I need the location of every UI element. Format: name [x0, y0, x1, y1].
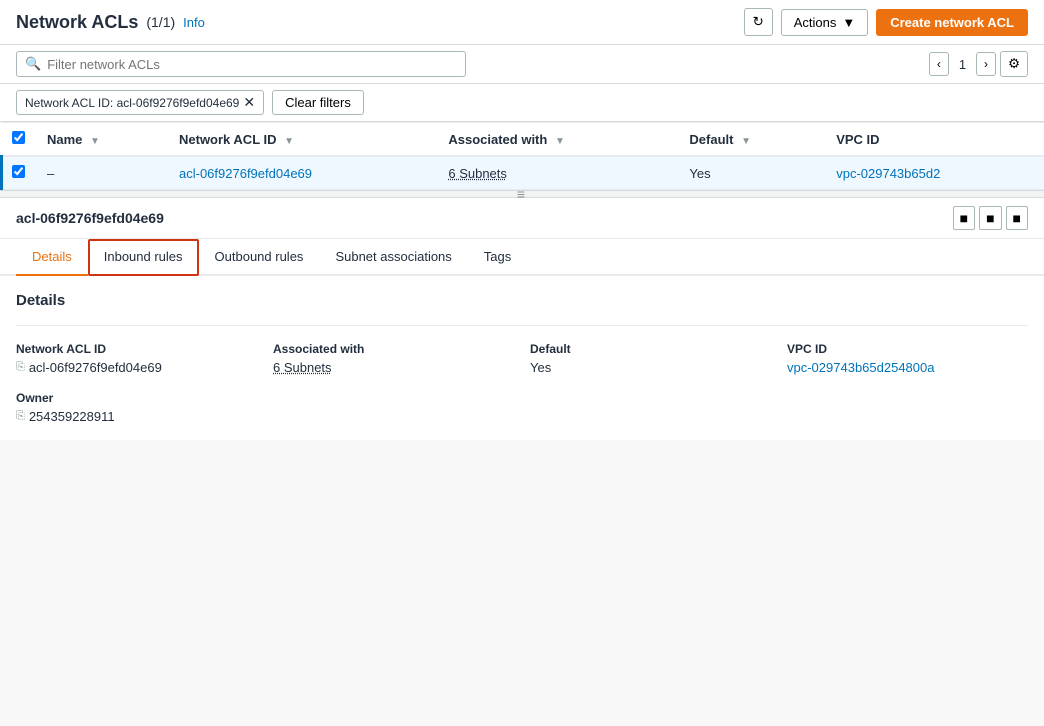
actions-button[interactable]: Actions ▼ [781, 9, 869, 36]
tabs: Details Inbound rules Outbound rules Sub… [0, 239, 1044, 276]
detail-associated-with: Associated with 6 Subnets [273, 342, 514, 375]
tab-subnet-associations[interactable]: Subnet associations [319, 239, 467, 276]
associated-sort-icon: ▼ [555, 136, 565, 147]
select-all-checkbox[interactable] [2, 123, 36, 157]
default-sort-icon: ▼ [741, 136, 751, 147]
row-checkbox[interactable] [2, 156, 36, 190]
row-associated-with: 6 Subnets [436, 156, 677, 190]
top-bar: Network ACLs (1/1) Info ↻ Actions ▼ Crea… [0, 0, 1044, 45]
top-bar-left: Network ACLs (1/1) Info [16, 12, 205, 33]
pagination-area: ‹ 1 › ⚙ [929, 51, 1028, 77]
filter-tag-close-button[interactable]: ✕ [243, 94, 255, 111]
top-bar-right: ↻ Actions ▼ Create network ACL [744, 8, 1028, 36]
view-btn-3[interactable]: ■ [1006, 206, 1028, 230]
row-default: Yes [677, 156, 824, 190]
row-network-acl-id: acl-06f9276f9efd04e69 [167, 156, 436, 190]
col-default: Default ▼ [677, 123, 824, 157]
divider-handle-icon: ≡ [517, 186, 527, 202]
resize-divider[interactable]: ≡ [0, 190, 1044, 198]
view-toggle: ■ ■ ■ [953, 206, 1028, 230]
bottom-acl-id: acl-06f9276f9efd04e69 [16, 210, 164, 226]
detail-vpc-id-label: VPC ID [787, 342, 1028, 356]
refresh-icon: ↻ [753, 14, 764, 30]
gear-icon: ⚙ [1008, 56, 1020, 71]
col-vpc-id: VPC ID [824, 123, 1044, 157]
tab-outbound-rules[interactable]: Outbound rules [199, 239, 320, 276]
detail-default: Default Yes [530, 342, 771, 375]
actions-label: Actions [794, 15, 837, 30]
row-vpc-id: vpc-029743b65d2 [824, 156, 1044, 190]
detail-network-acl-id: Network ACL ID ⎘ acl-06f9276f9efd04e69 [16, 342, 257, 375]
details-panel: Details Network ACL ID ⎘ acl-06f9276f9ef… [0, 276, 1044, 440]
pagination-next-button[interactable]: › [976, 52, 996, 76]
copy-icon-acl-id[interactable]: ⎘ [16, 361, 25, 374]
page-count: (1/1) [146, 14, 175, 30]
create-network-acl-button[interactable]: Create network ACL [876, 9, 1028, 36]
filter-bar: Network ACL ID: acl-06f9276f9efd04e69 ✕ … [0, 84, 1044, 122]
detail-owner: Owner ⎘ 254359228911 [16, 391, 1028, 424]
col-name: Name ▼ [35, 123, 167, 157]
acl-id-sort-icon: ▼ [284, 136, 294, 147]
view-btn-2[interactable]: ■ [979, 206, 1001, 230]
network-acl-table: Name ▼ Network ACL ID ▼ Associated with … [0, 122, 1044, 190]
col-associated-with: Associated with ▼ [436, 123, 677, 157]
tab-inbound-rules[interactable]: Inbound rules [88, 239, 199, 276]
tab-tags[interactable]: Tags [468, 239, 527, 276]
detail-owner-label: Owner [16, 391, 1028, 405]
copy-icon-owner[interactable]: ⎘ [16, 410, 25, 423]
chevron-down-icon: ▼ [842, 15, 855, 30]
table-row[interactable]: – acl-06f9276f9efd04e69 6 Subnets Yes vp… [2, 156, 1044, 190]
detail-vpc-id: VPC ID vpc-029743b65d254800a [787, 342, 1028, 375]
filter-tag: Network ACL ID: acl-06f9276f9efd04e69 ✕ [16, 90, 264, 115]
detail-default-value: Yes [530, 360, 771, 375]
detail-associated-with-value: 6 Subnets [273, 360, 514, 375]
view-btn-1[interactable]: ■ [953, 206, 975, 230]
vpc-id-link[interactable]: vpc-029743b65d254800a [787, 360, 934, 375]
clear-filters-button[interactable]: Clear filters [272, 90, 364, 115]
detail-associated-with-label: Associated with [273, 342, 514, 356]
tab-details[interactable]: Details [16, 239, 88, 276]
detail-vpc-id-value: vpc-029743b65d254800a [787, 360, 1028, 375]
toolbar: 🔍 ‹ 1 › ⚙ [0, 45, 1044, 84]
search-input[interactable] [47, 57, 457, 72]
pagination-prev-button[interactable]: ‹ [929, 52, 949, 76]
refresh-button[interactable]: ↻ [744, 8, 773, 36]
column-settings-button[interactable]: ⚙ [1000, 51, 1028, 77]
bottom-panel: acl-06f9276f9efd04e69 ■ ■ ■ Details Inbo… [0, 198, 1044, 440]
page-title: Network ACLs [16, 12, 138, 33]
name-sort-icon: ▼ [90, 136, 100, 147]
pagination-number: 1 [953, 57, 972, 72]
table-container: Name ▼ Network ACL ID ▼ Associated with … [0, 122, 1044, 190]
detail-owner-value: ⎘ 254359228911 [16, 409, 1028, 424]
search-icon: 🔍 [25, 56, 41, 72]
detail-network-acl-id-value: ⎘ acl-06f9276f9efd04e69 [16, 360, 257, 375]
filter-tag-text: Network ACL ID: acl-06f9276f9efd04e69 [25, 96, 239, 110]
details-section-title: Details [16, 292, 1028, 309]
details-grid: Network ACL ID ⎘ acl-06f9276f9efd04e69 A… [16, 325, 1028, 375]
detail-network-acl-id-label: Network ACL ID [16, 342, 257, 356]
bottom-panel-header: acl-06f9276f9efd04e69 ■ ■ ■ [0, 198, 1044, 239]
row-name: – [35, 156, 167, 190]
detail-default-label: Default [530, 342, 771, 356]
info-link[interactable]: Info [183, 15, 205, 30]
search-box: 🔍 [16, 51, 466, 77]
col-network-acl-id: Network ACL ID ▼ [167, 123, 436, 157]
